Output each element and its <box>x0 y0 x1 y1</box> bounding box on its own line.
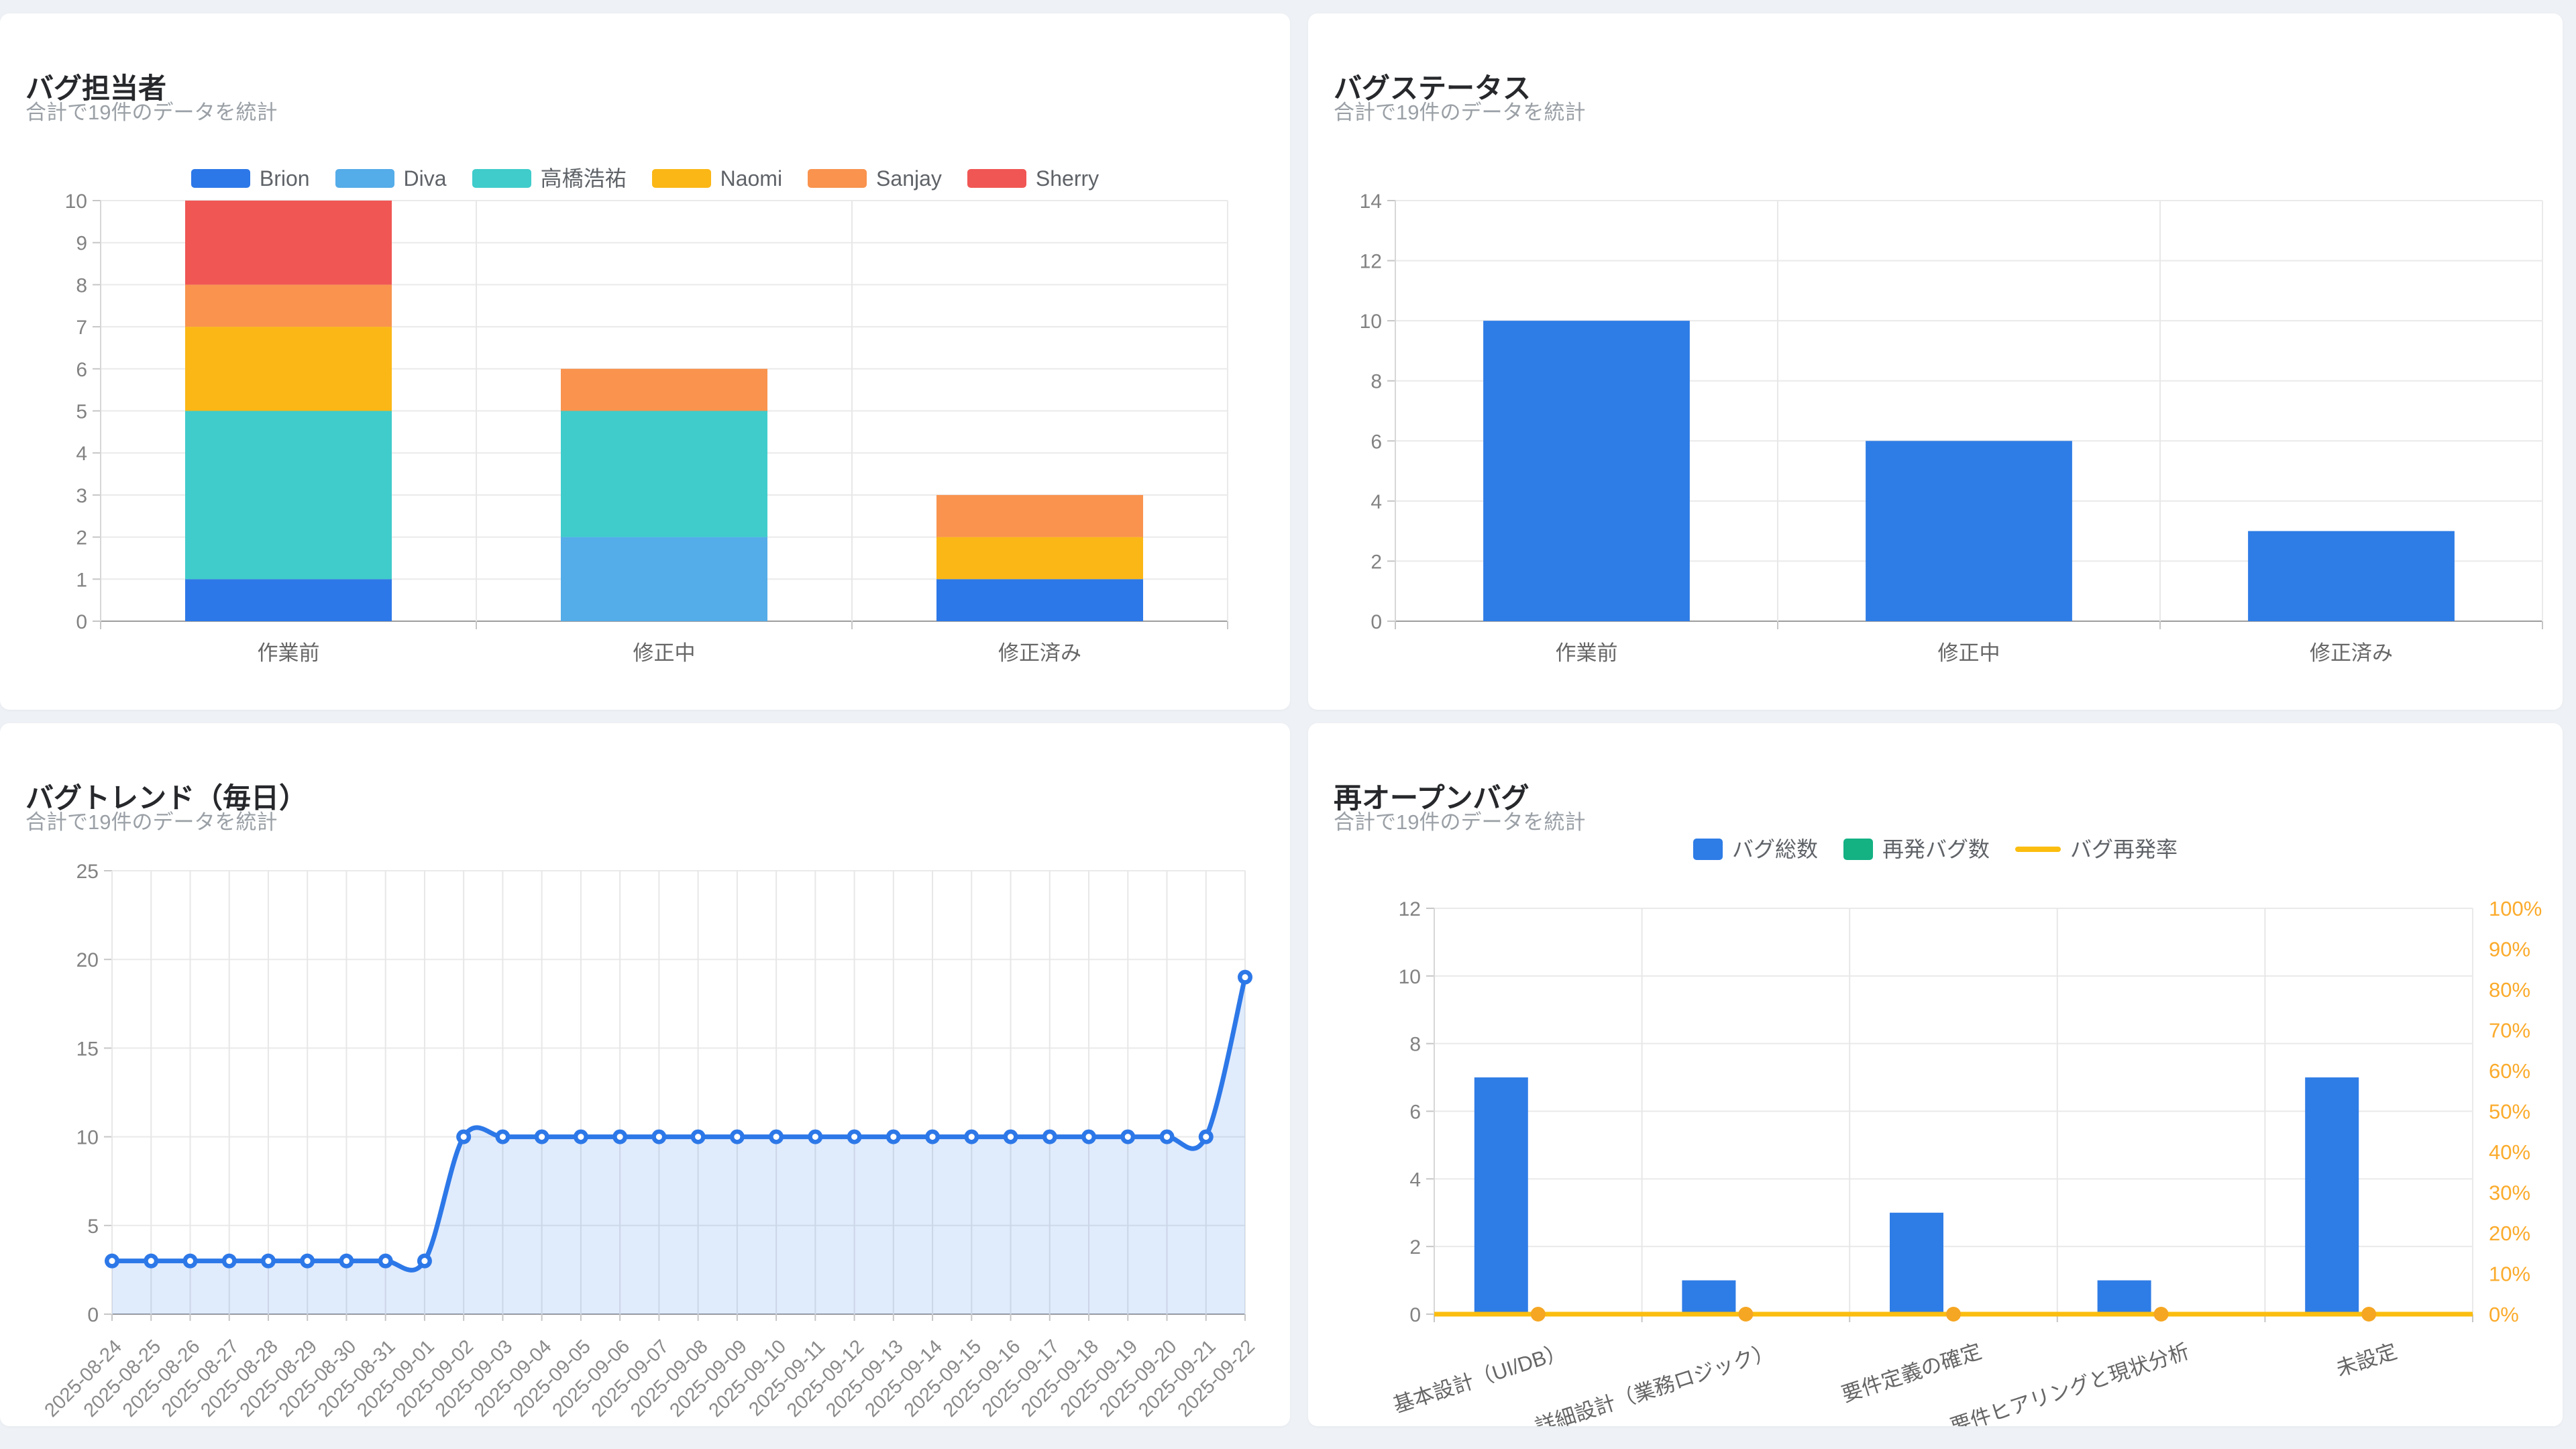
svg-text:0: 0 <box>1409 1304 1421 1326</box>
svg-text:14: 14 <box>1360 191 1382 213</box>
svg-text:90%: 90% <box>2489 938 2530 961</box>
svg-text:修正済み: 修正済み <box>2310 641 2393 665</box>
svg-text:要件定義の確定: 要件定義の確定 <box>1839 1339 1984 1406</box>
svg-text:100%: 100% <box>2489 897 2542 920</box>
panel-reopened-bugs: 再オープンバグ 合計で19件のデータを統計 バグ総数再発バグ数バグ再発率 024… <box>1308 723 2563 1426</box>
svg-text:8: 8 <box>76 274 87 297</box>
svg-text:80%: 80% <box>2489 978 2530 1002</box>
svg-text:基本設計（UI/DB）: 基本設計（UI/DB） <box>1391 1339 1569 1417</box>
svg-text:0: 0 <box>76 611 87 633</box>
panel-bug-status: バグステータス 合計で19件のデータを統計 02468101214作業前修正中修… <box>1308 13 2563 710</box>
svg-text:4: 4 <box>1409 1169 1421 1191</box>
svg-text:20: 20 <box>76 949 99 971</box>
svg-text:10: 10 <box>1360 311 1382 333</box>
svg-text:12: 12 <box>1360 251 1382 273</box>
bug-trend-chart[interactable]: 05101520252025-08-242025-08-252025-08-26… <box>0 723 1290 1426</box>
panel-bug-assignee: バグ担当者 合計で19件のデータを統計 BrionDiva高橋浩祐NaomiSa… <box>0 13 1290 710</box>
bug-status-chart[interactable]: 0 2 4 6 8 10 12 14 作業前 修正中 修正済み <box>1308 13 2563 710</box>
reopened-bugs-chart[interactable]: 0 2 4 6 8 10 12 0% 10% 20% 30% 40% 50% 60% 70% 80% 90% 10… <box>1308 723 2563 1426</box>
svg-text:50%: 50% <box>2489 1100 2530 1124</box>
svg-text:7: 7 <box>76 317 87 339</box>
svg-text:20%: 20% <box>2489 1222 2530 1245</box>
svg-text:10: 10 <box>1399 966 1421 988</box>
svg-text:12: 12 <box>1399 898 1421 920</box>
svg-text:作業前: 作業前 <box>258 641 320 665</box>
svg-text:0: 0 <box>87 1304 99 1326</box>
svg-text:10: 10 <box>65 191 87 213</box>
panel-bug-trend-daily: バグトレンド（毎日） 合計で19件のデータを統計 05101520252025-… <box>0 723 1290 1426</box>
svg-text:70%: 70% <box>2489 1019 2530 1042</box>
svg-text:修正済み: 修正済み <box>998 641 1081 665</box>
svg-text:25: 25 <box>76 861 99 883</box>
svg-text:60%: 60% <box>2489 1059 2530 1083</box>
svg-text:2: 2 <box>76 527 87 549</box>
svg-text:15: 15 <box>76 1038 99 1060</box>
svg-text:修正中: 修正中 <box>1938 641 2000 665</box>
svg-text:8: 8 <box>1371 371 1382 393</box>
svg-text:5: 5 <box>76 401 87 423</box>
svg-text:要件ヒアリングと現状分析: 要件ヒアリングと現状分析 <box>1947 1339 2192 1426</box>
svg-text:4: 4 <box>76 443 87 465</box>
svg-text:10: 10 <box>76 1127 99 1149</box>
svg-text:詳細設計（業務ロジック）: 詳細設計（業務ロジック） <box>1532 1339 1777 1426</box>
svg-text:6: 6 <box>76 359 87 381</box>
svg-text:30%: 30% <box>2489 1181 2530 1205</box>
svg-text:9: 9 <box>76 233 87 255</box>
svg-text:0%: 0% <box>2489 1303 2519 1326</box>
svg-text:8: 8 <box>1409 1034 1421 1056</box>
svg-text:6: 6 <box>1371 431 1382 453</box>
svg-text:6: 6 <box>1409 1102 1421 1124</box>
svg-text:3: 3 <box>76 485 87 507</box>
svg-text:2: 2 <box>1371 551 1382 573</box>
svg-text:作業前: 作業前 <box>1556 641 1618 665</box>
svg-text:未設定: 未設定 <box>2333 1339 2400 1381</box>
svg-text:5: 5 <box>87 1216 99 1238</box>
svg-text:修正中: 修正中 <box>633 641 696 665</box>
svg-text:2: 2 <box>1409 1236 1421 1258</box>
svg-text:4: 4 <box>1371 491 1382 513</box>
dashboard: バグ担当者 合計で19件のデータを統計 BrionDiva高橋浩祐NaomiSa… <box>0 0 2576 1449</box>
svg-text:10%: 10% <box>2489 1263 2530 1286</box>
svg-text:40%: 40% <box>2489 1140 2530 1164</box>
bug-assignee-chart[interactable]: 0 1 2 3 4 5 6 7 8 9 10 作業前 修正中 修正済み <box>0 13 1290 710</box>
svg-text:1: 1 <box>76 569 87 591</box>
svg-text:0: 0 <box>1371 611 1382 633</box>
